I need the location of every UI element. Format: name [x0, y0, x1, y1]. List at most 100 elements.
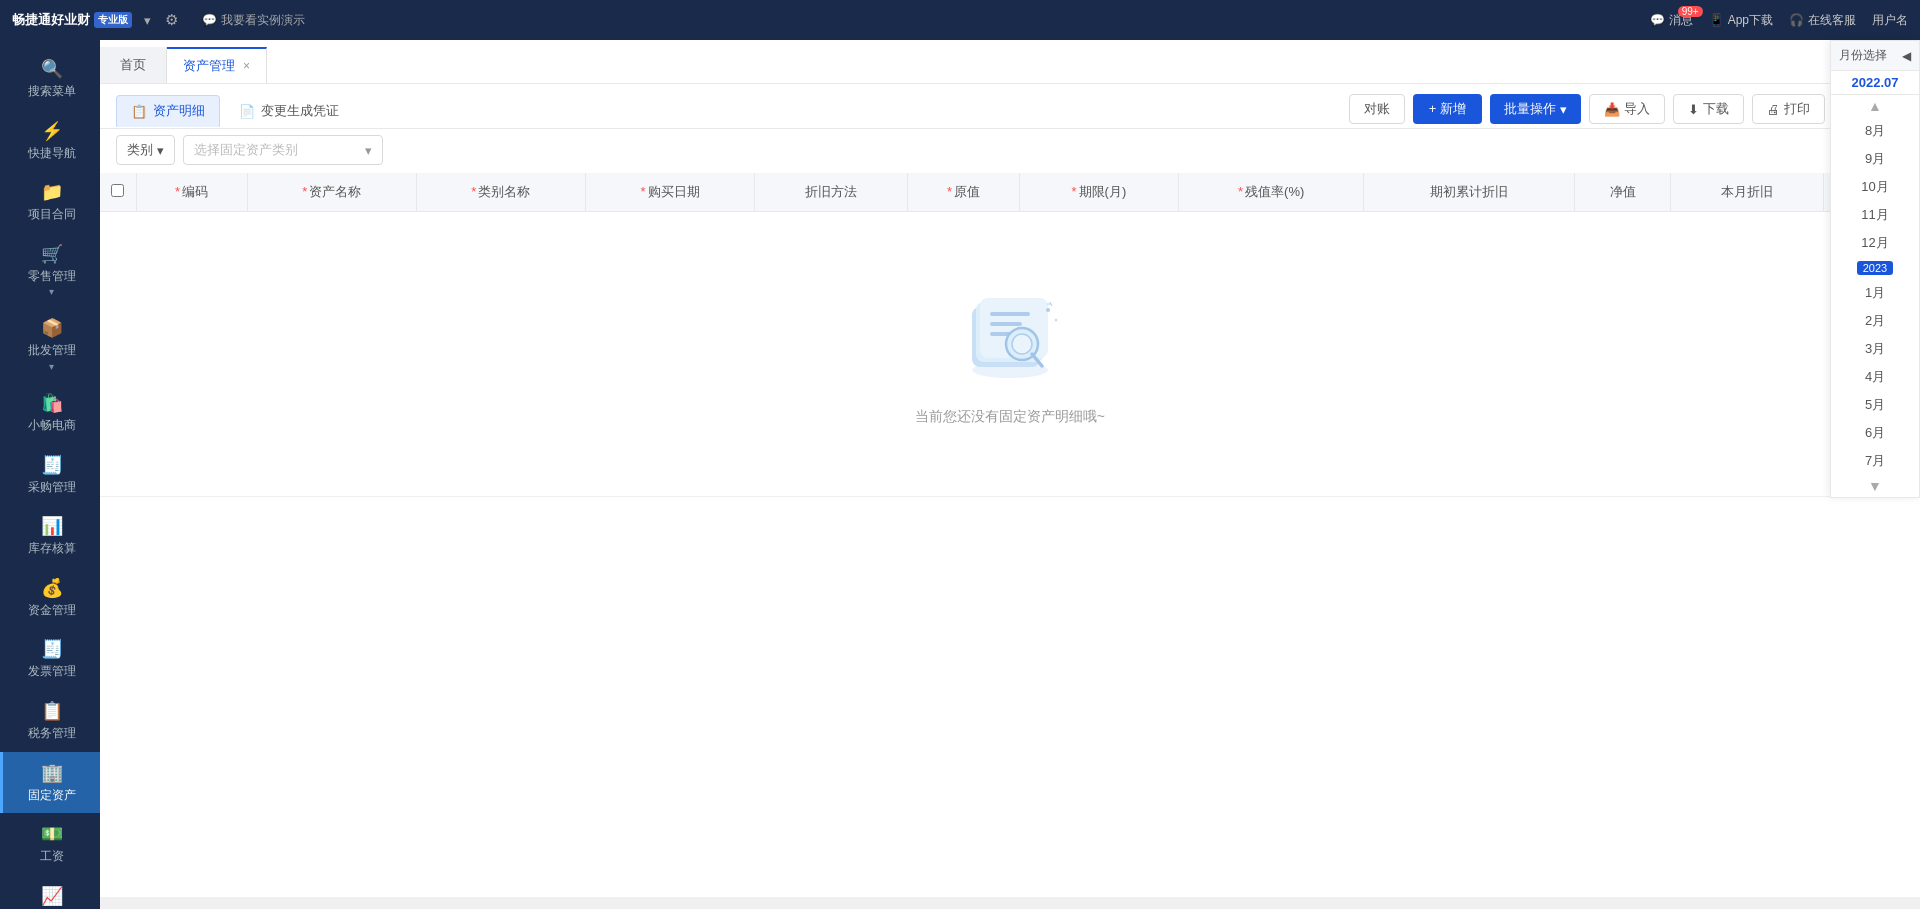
sub-tab-generate-voucher[interactable]: 📄 变更生成凭证 — [224, 95, 354, 127]
sidebar-item-ecommerce[interactable]: 🛍️ 小畅电商 — [0, 382, 100, 444]
tab-asset-management[interactable]: 资产管理 × — [167, 47, 267, 83]
app-download-link[interactable]: 📱 App下载 — [1709, 12, 1773, 29]
select-all-checkbox[interactable] — [111, 184, 124, 197]
sidebar-item-finance[interactable]: 💰 资金管理 — [0, 567, 100, 629]
download-label: App下载 — [1728, 12, 1773, 29]
bottom-scrollbar[interactable] — [100, 897, 1920, 909]
retail-arrow-icon: ▾ — [49, 286, 54, 297]
sidebar-item-quicknav[interactable]: ⚡ 快捷导航 — [0, 110, 100, 172]
tab-close-icon[interactable]: × — [243, 59, 250, 73]
sidebar-item-fixedasset[interactable]: 🏢 固定资产 — [0, 752, 100, 814]
category-dropdown-icon: ▾ — [157, 143, 164, 158]
month-item-2023-5[interactable]: 5月 — [1831, 391, 1919, 419]
sidebar-item-management[interactable]: 📈 经营管理 — [0, 875, 100, 909]
download-button[interactable]: ⬇ 下载 — [1673, 94, 1744, 124]
month-item-2023-6[interactable]: 6月 — [1831, 419, 1919, 447]
match-button[interactable]: 对账 — [1349, 94, 1405, 124]
sidebar-label-tax: 税务管理 — [28, 726, 76, 742]
print-button[interactable]: 🖨 打印 — [1752, 94, 1825, 124]
month-item-2023-1[interactable]: 1月 — [1831, 279, 1919, 307]
main-page: 📋 资产明细 📄 变更生成凭证 对账 + 新增 — [100, 84, 1920, 909]
inventory-icon: 📊 — [41, 515, 63, 537]
th-residual-rate: 残值率(%) — [1179, 173, 1364, 212]
filter-bar: 类别 ▾ 选择固定资产类别 ▾ — [100, 129, 1920, 173]
add-button[interactable]: + 新增 — [1413, 94, 1482, 124]
month-nav-down[interactable]: ▼ — [1831, 475, 1919, 497]
search-icon: 🔍 — [41, 58, 63, 80]
demo-text: 我要看实例演示 — [221, 12, 305, 29]
svg-point-10 — [1046, 308, 1050, 312]
month-item-2022-8[interactable]: 8月 — [1831, 117, 1919, 145]
sidebar-label-fixedasset: 固定资产 — [28, 788, 76, 804]
asset-detail-label: 资产明细 — [153, 102, 205, 120]
tab-home[interactable]: 首页 — [100, 47, 167, 83]
match-label: 对账 — [1364, 100, 1390, 118]
invoice-icon: 🧾 — [41, 638, 63, 660]
sidebar-item-retail[interactable]: 🛒 零售管理 ▾ — [0, 233, 100, 308]
sub-tabs: 📋 资产明细 📄 变更生成凭证 对账 + 新增 — [100, 84, 1920, 129]
month-item-2023-2[interactable]: 2月 — [1831, 307, 1919, 335]
import-button[interactable]: 📥 导入 — [1589, 94, 1665, 124]
sidebar-label-invoice: 发票管理 — [28, 664, 76, 680]
top-bar: 畅捷通好业财 专业版 ▾ ⚙ 💬 我要看实例演示 💬 消息 99+ 📱 App下… — [0, 0, 1920, 40]
month-item-2023-4[interactable]: 4月 — [1831, 363, 1919, 391]
month-item-2023-7[interactable]: 7月 — [1831, 447, 1919, 475]
demo-link[interactable]: 💬 我要看实例演示 — [202, 12, 305, 29]
month-item-2022-11[interactable]: 11月 — [1831, 201, 1919, 229]
th-code: 编码 — [136, 173, 247, 212]
th-category: 类别名称 — [416, 173, 585, 212]
sidebar-item-invoice[interactable]: 🧾 发票管理 — [0, 628, 100, 690]
top-bar-right: 💬 消息 99+ 📱 App下载 🎧 在线客服 用户名 — [1650, 12, 1908, 29]
sidebar-item-search[interactable]: 🔍 搜索菜单 — [0, 48, 100, 110]
add-label: + 新增 — [1429, 100, 1466, 118]
page-container: 📋 资产明细 📄 变更生成凭证 对账 + 新增 — [100, 84, 1920, 909]
batch-button[interactable]: 批量操作 ▾ — [1490, 94, 1581, 124]
generate-voucher-icon: 📄 — [239, 104, 255, 119]
brand-dropdown[interactable]: ▾ — [144, 13, 151, 28]
sidebar-item-tax[interactable]: 📋 税务管理 — [0, 690, 100, 752]
category-input[interactable]: 选择固定资产类别 ▾ — [183, 135, 383, 165]
management-icon: 📈 — [41, 885, 63, 907]
month-item-2022-10[interactable]: 10月 — [1831, 173, 1919, 201]
category-select[interactable]: 类别 ▾ — [116, 135, 175, 165]
month-item-2023-3[interactable]: 3月 — [1831, 335, 1919, 363]
finance-icon: 💰 — [41, 577, 63, 599]
content-area: 首页 资产管理 × 📋 资产明细 📄 变更生成凭证 — [100, 40, 1920, 909]
empty-state: 当前您还没有固定资产明细哦~ — [108, 222, 1912, 486]
category-input-arrow-icon: ▾ — [365, 143, 372, 158]
download-icon: ⬇ — [1688, 102, 1699, 117]
sidebar-label-wholesale: 批发管理 — [28, 343, 76, 359]
sidebar-label-quicknav: 快捷导航 — [28, 146, 76, 162]
settings-icon[interactable]: ⚙ — [165, 11, 178, 29]
message-button[interactable]: 💬 消息 99+ — [1650, 12, 1693, 29]
generate-voucher-label: 变更生成凭证 — [261, 102, 339, 120]
sub-tab-asset-detail[interactable]: 📋 资产明细 — [116, 95, 220, 127]
month-current-display: 2022.07 — [1831, 84, 1919, 95]
asset-detail-icon: 📋 — [131, 104, 147, 119]
main-layout: 🔍 搜索菜单 ⚡ 快捷导航 📁 项目合同 🛒 零售管理 ▾ 📦 批发管理 ▾ 🛍… — [0, 40, 1920, 909]
th-period-depreciation: 期初累计折旧 — [1364, 173, 1575, 212]
online-service-link[interactable]: 🎧 在线客服 — [1789, 12, 1856, 29]
print-label: 打印 — [1784, 100, 1810, 118]
sidebar-item-purchase[interactable]: 🧾 采购管理 — [0, 444, 100, 506]
svg-rect-4 — [990, 312, 1030, 316]
month-item-2022-9[interactable]: 9月 — [1831, 145, 1919, 173]
month-item-2022-12[interactable]: 12月 — [1831, 229, 1919, 257]
year-2023-label: 2023 — [1831, 257, 1919, 279]
project-icon: 📁 — [41, 181, 63, 203]
sidebar-item-wholesale[interactable]: 📦 批发管理 ▾ — [0, 307, 100, 382]
service-icon: 🎧 — [1789, 13, 1804, 27]
month-nav-up[interactable]: ▲ — [1831, 95, 1919, 117]
purchase-icon: 🧾 — [41, 454, 63, 476]
user-name[interactable]: 用户名 — [1872, 12, 1908, 29]
retail-icon: 🛒 — [41, 243, 63, 265]
sidebar-label-inventory: 库存核算 — [28, 541, 76, 557]
svg-point-11 — [1054, 319, 1057, 322]
sidebar-item-payroll[interactable]: 💵 工资 — [0, 813, 100, 875]
quicknav-icon: ⚡ — [41, 120, 63, 142]
sidebar-item-project[interactable]: 📁 项目合同 — [0, 171, 100, 233]
month-list: 8月 9月 10月 11月 12月 2023 1月 2月 3月 4月 5月 6月 — [1831, 117, 1919, 475]
sidebar-item-inventory[interactable]: 📊 库存核算 — [0, 505, 100, 567]
brand-logo: 畅捷通好业财 专业版 — [12, 11, 132, 29]
svg-rect-5 — [990, 322, 1022, 326]
